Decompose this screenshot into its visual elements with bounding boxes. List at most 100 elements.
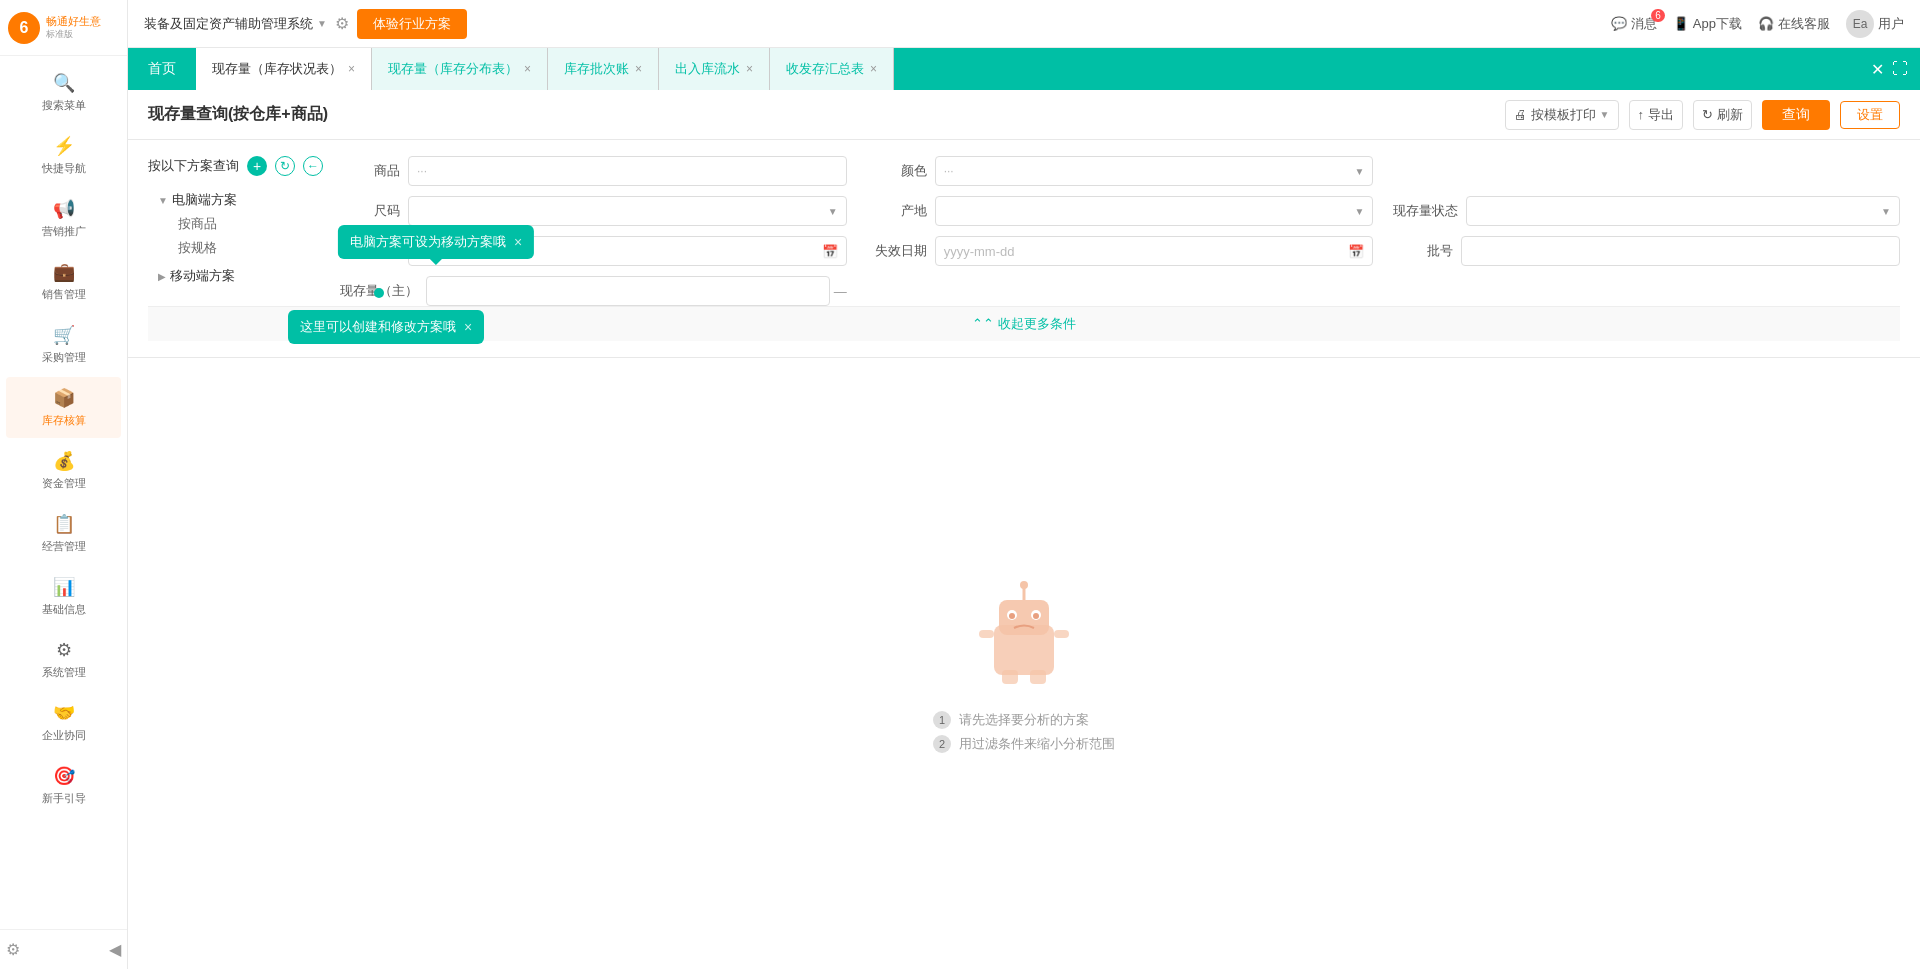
system-title-select[interactable]: 装备及固定资产辅助管理系统 ▼ <box>144 15 327 33</box>
desktop-scheme-group-title[interactable]: ▼ 电脑端方案 <box>158 188 328 212</box>
print-button[interactable]: 🖨 按模板打印 ▼ <box>1505 100 1619 130</box>
sidebar-item-marketing[interactable]: 📢 营销推广 <box>6 188 121 249</box>
query-button[interactable]: 查询 <box>1762 100 1830 130</box>
filter-arrow-btn[interactable]: ← <box>303 156 323 176</box>
sidebar-item-basic-info[interactable]: 📊 基础信息 <box>6 566 121 627</box>
export-button[interactable]: ↑ 导出 <box>1629 100 1684 130</box>
sidebar: 6 畅通好生意 标准版 🔍 搜索菜单 ⚡ 快捷导航 📢 营销推广 💼 销售 <box>0 0 128 969</box>
tab-close-inventory-dist[interactable]: × <box>524 62 531 76</box>
batch-input[interactable] <box>1461 236 1900 266</box>
sidebar-item-enterprise[interactable]: 🤝 企业协同 <box>6 692 121 753</box>
empty-step-1: 1 请先选择要分析的方案 <box>933 711 1115 729</box>
svg-rect-9 <box>1054 630 1069 638</box>
exp-date-calendar-icon[interactable]: 📅 <box>1348 244 1364 259</box>
tab-close-flow[interactable]: × <box>746 62 753 76</box>
dropdown-arrow-icon: ▼ <box>317 18 327 29</box>
size-select[interactable]: ▼ <box>408 196 847 226</box>
operations-icon: 📋 <box>53 513 75 535</box>
tab-close-collect[interactable]: × <box>870 62 877 76</box>
tab-inventory-dist[interactable]: 现存量（库存分布表） × <box>372 48 548 90</box>
sidebar-item-search[interactable]: 🔍 搜索菜单 <box>6 62 121 123</box>
header-left: 装备及固定资产辅助管理系统 ▼ ⚙ 体验行业方案 <box>144 9 467 39</box>
scheme-tooltip-close[interactable]: × <box>514 234 522 250</box>
prod-date-calendar-icon[interactable]: 📅 <box>822 244 838 259</box>
tab-fullscreen-btn[interactable]: ⛶ <box>1892 60 1908 78</box>
tab-inventory-status[interactable]: 现存量（库存状况表） × <box>196 48 372 90</box>
tab-collect-send[interactable]: 收发存汇总表 × <box>770 48 894 90</box>
goods-select[interactable]: ··· <box>408 156 847 186</box>
sidebar-item-inventory[interactable]: 📦 库存核算 <box>6 377 121 438</box>
export-icon: ↑ <box>1638 107 1645 122</box>
filter-add-btn[interactable]: + <box>247 156 267 176</box>
page-actions: 🖨 按模板打印 ▼ ↑ 导出 ↻ 刷新 查询 设置 <box>1505 100 1900 130</box>
origin-arrow-icon: ▼ <box>1354 206 1364 217</box>
print-icon: 🖨 <box>1514 107 1527 122</box>
sidebar-logo: 6 畅通好生意 标准版 <box>0 0 127 56</box>
svg-point-4 <box>1009 613 1015 619</box>
desktop-scheme-item-1[interactable]: 按商品 <box>158 212 328 236</box>
sidebar-item-finance[interactable]: 💰 资金管理 <box>6 440 121 501</box>
refresh-button[interactable]: ↻ 刷新 <box>1693 100 1752 130</box>
set-button[interactable]: 设置 <box>1840 101 1900 129</box>
empty-state: 1 请先选择要分析的方案 2 用过滤条件来缩小分析范围 <box>128 358 1920 969</box>
sidebar-collapse-btn[interactable]: ◀ <box>109 940 121 959</box>
edit-tooltip-popup: 这里可以创建和修改方案哦 × <box>288 310 484 344</box>
filter-area: 按以下方案查询 + ↻ ← ▼ 电脑端方案 按商品 按规 <box>128 140 1920 358</box>
filter-row-batch: 批号 <box>1393 236 1900 266</box>
trial-button[interactable]: 体验行业方案 <box>357 9 467 39</box>
filter-scheme-panel: 按以下方案查询 + ↻ ← ▼ 电脑端方案 按商品 按规 <box>148 156 328 292</box>
color-select[interactable]: ··· ▼ <box>935 156 1374 186</box>
edit-tooltip-close[interactable]: × <box>464 319 472 335</box>
svg-rect-10 <box>1002 670 1018 684</box>
desktop-scheme-item-2[interactable]: 按规格 <box>158 236 328 260</box>
inventory-icon: 📦 <box>53 387 75 409</box>
app-download-btn[interactable]: 📱 App下载 <box>1673 15 1742 33</box>
online-service-btn[interactable]: 🎧 在线客服 <box>1758 15 1830 33</box>
tab-close-batch[interactable]: × <box>635 62 642 76</box>
message-btn[interactable]: 💬 消息 6 <box>1611 15 1657 33</box>
size-arrow-icon: ▼ <box>828 206 838 217</box>
header-settings-icon[interactable]: ⚙ <box>335 14 349 33</box>
basic-info-icon: 📊 <box>53 576 75 598</box>
empty-illustration <box>964 575 1084 695</box>
empty-steps: 1 请先选择要分析的方案 2 用过滤条件来缩小分析范围 <box>933 711 1115 753</box>
logo-text: 畅通好生意 标准版 <box>46 14 101 41</box>
filter-row-color: 颜色 ··· ▼ <box>867 156 1374 186</box>
sidebar-item-operations[interactable]: 📋 经营管理 <box>6 503 121 564</box>
page-title: 现存量查询(按仓库+商品) <box>148 104 328 125</box>
refresh-icon: ↻ <box>1702 107 1713 122</box>
filter-row-size: 尺码 ▼ <box>340 196 847 226</box>
filter-refresh-btn[interactable]: ↻ <box>275 156 295 176</box>
sidebar-nav: 🔍 搜索菜单 ⚡ 快捷导航 📢 营销推广 💼 销售管理 🛒 采购管理 📦 <box>0 56 127 929</box>
tab-batch-account[interactable]: 库存批次账 × <box>548 48 659 90</box>
sidebar-item-quick-nav[interactable]: ⚡ 快捷导航 <box>6 125 121 186</box>
empty-step-2: 2 用过滤条件来缩小分析范围 <box>933 735 1115 753</box>
tab-close-inventory-status[interactable]: × <box>348 62 355 76</box>
exp-date-input[interactable]: yyyy-mm-dd 📅 <box>935 236 1374 266</box>
stock-qty-min[interactable] <box>426 276 830 306</box>
user-menu-btn[interactable]: Ea 用户 <box>1846 10 1904 38</box>
tab-bar-end: ✕ ⛶ <box>1871 60 1920 79</box>
filter-row-exp-date: 失效日期 yyyy-mm-dd 📅 <box>867 236 1374 266</box>
footer-settings-btn[interactable]: ⚙ <box>6 940 20 959</box>
print-dropdown-icon: ▼ <box>1600 109 1610 120</box>
tab-home[interactable]: 首页 <box>128 48 196 90</box>
stock-status-select[interactable]: ▼ <box>1466 196 1900 226</box>
origin-select[interactable]: ▼ <box>935 196 1374 226</box>
mobile-group-arrow: ▶ <box>158 271 166 282</box>
filter-row-stock-qty: 现存量（主） — <box>340 276 847 306</box>
scheme-list: ▼ 电脑端方案 按商品 按规格 ▶ 移动端方案 <box>158 188 328 288</box>
svg-point-7 <box>1020 581 1028 589</box>
guide-icon: 🎯 <box>53 765 75 787</box>
sidebar-item-system[interactable]: ⚙ 系统管理 <box>6 629 121 690</box>
main-content: 装备及固定资产辅助管理系统 ▼ ⚙ 体验行业方案 💬 消息 6 📱 App下载 … <box>128 0 1920 969</box>
tab-in-out-flow[interactable]: 出入库流水 × <box>659 48 770 90</box>
sidebar-item-purchase[interactable]: 🛒 采购管理 <box>6 314 121 375</box>
mobile-scheme-group-title[interactable]: ▶ 移动端方案 <box>158 264 328 288</box>
sidebar-item-sales[interactable]: 💼 销售管理 <box>6 251 121 312</box>
collapse-icon: ⌃⌃ <box>972 316 994 331</box>
sidebar-item-guide[interactable]: 🎯 新手引导 <box>6 755 121 816</box>
tab-close-all-btn[interactable]: ✕ <box>1871 60 1884 79</box>
step-2-num: 2 <box>933 735 951 753</box>
enterprise-icon: 🤝 <box>53 702 75 724</box>
